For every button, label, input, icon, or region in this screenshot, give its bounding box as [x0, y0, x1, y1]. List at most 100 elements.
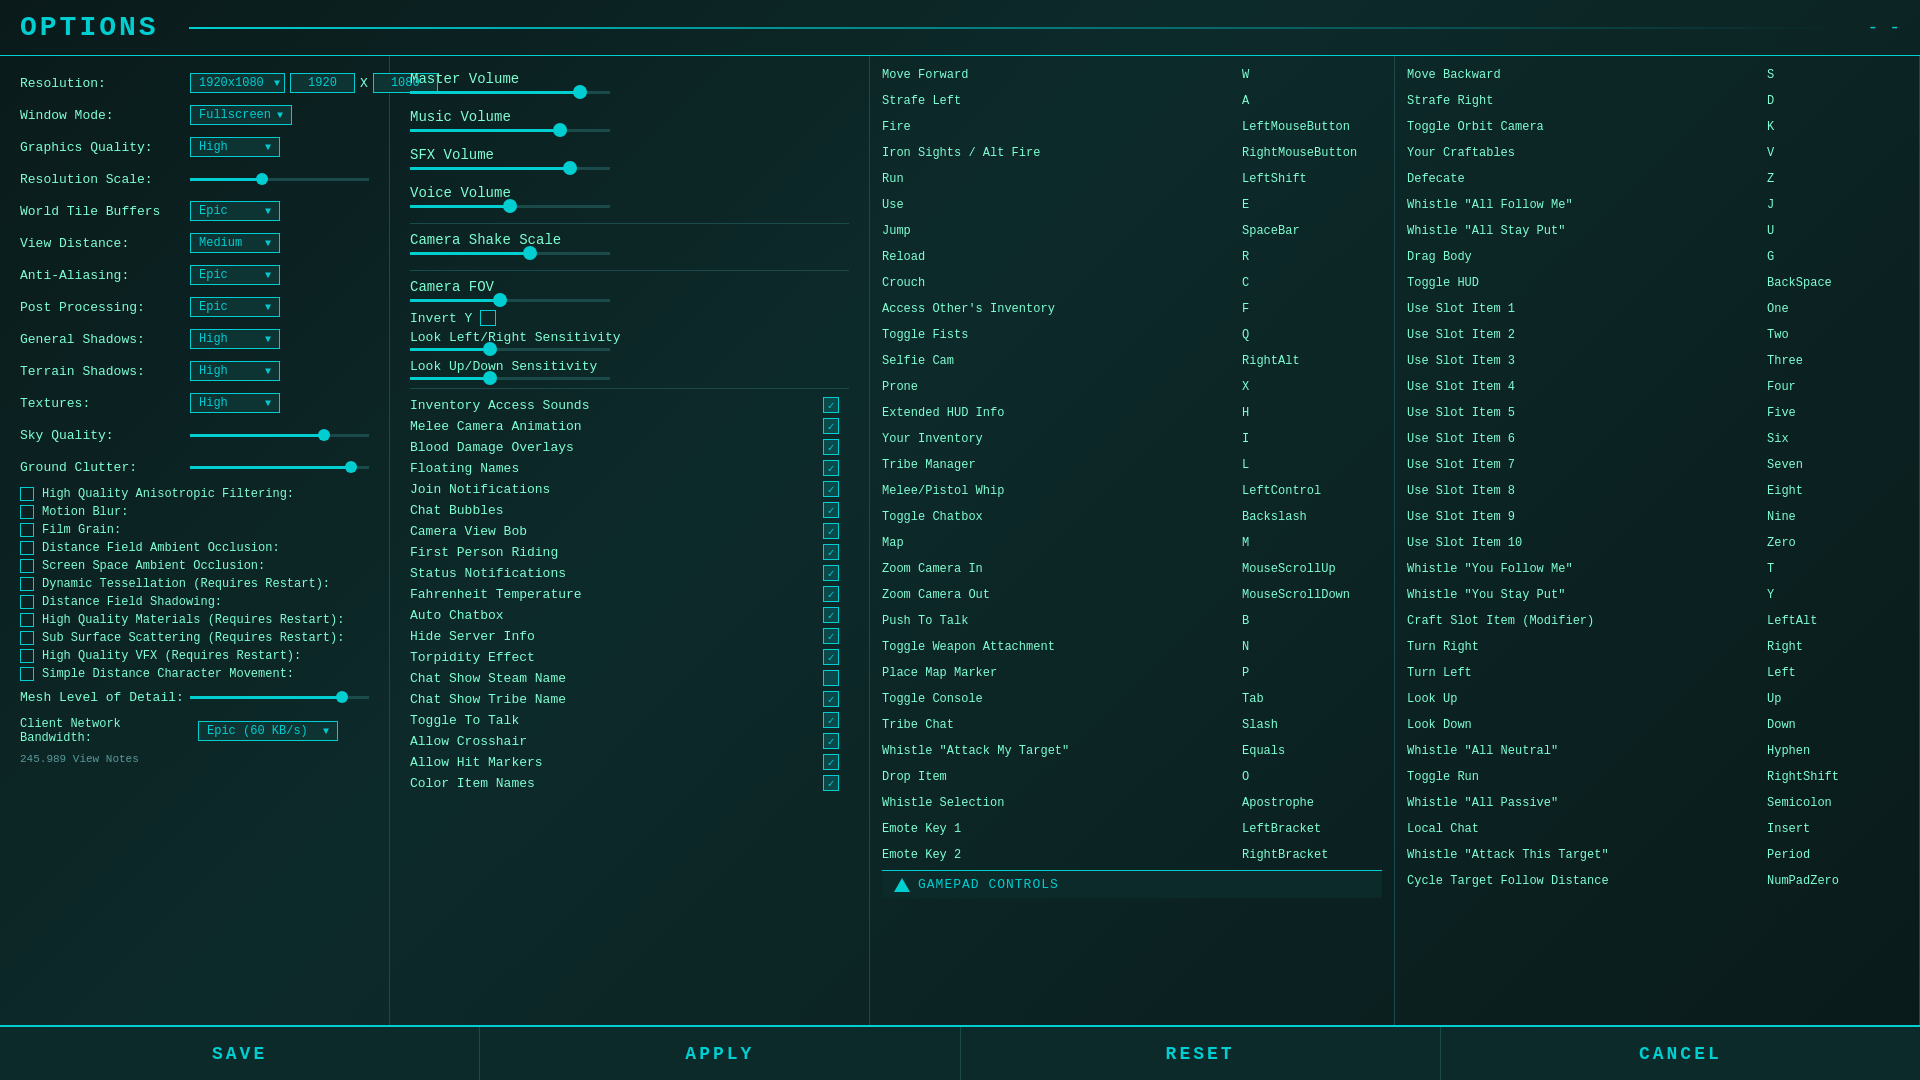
- kb-row-right-10[interactable]: Use Slot Item 2Two: [1407, 324, 1907, 346]
- save-button[interactable]: SAVE: [0, 1027, 480, 1080]
- sfx-volume-slider[interactable]: [410, 167, 849, 170]
- cancel-button[interactable]: CANCEL: [1441, 1027, 1920, 1080]
- kb-row-left-25[interactable]: Tribe ChatSlash: [882, 714, 1382, 736]
- kb-row-left-23[interactable]: Place Map MarkerP: [882, 662, 1382, 684]
- look-lr-slider[interactable]: [410, 348, 610, 351]
- gameplay-option-checkbox-1[interactable]: [823, 418, 839, 434]
- kb-row-left-11[interactable]: Selfie CamRightAlt: [882, 350, 1382, 372]
- kb-row-right-28[interactable]: Whistle "All Passive"Semicolon: [1407, 792, 1907, 814]
- gameplay-option-checkbox-5[interactable]: [823, 502, 839, 518]
- kb-row-right-7[interactable]: Drag BodyG: [1407, 246, 1907, 268]
- gameplay-option-checkbox-6[interactable]: [823, 523, 839, 539]
- kb-row-right-2[interactable]: Toggle Orbit CameraK: [1407, 116, 1907, 138]
- ground-clutter-thumb[interactable]: [345, 461, 357, 473]
- gameplay-option-checkbox-15[interactable]: [823, 712, 839, 728]
- checkbox-1[interactable]: [20, 505, 34, 519]
- voice-volume-slider[interactable]: [410, 205, 849, 208]
- gameplay-option-checkbox-17[interactable]: [823, 754, 839, 770]
- resolution-width[interactable]: 1920: [290, 73, 355, 93]
- kb-row-right-29[interactable]: Local ChatInsert: [1407, 818, 1907, 840]
- gameplay-option-checkbox-12[interactable]: [823, 649, 839, 665]
- kb-row-left-22[interactable]: Toggle Weapon AttachmentN: [882, 636, 1382, 658]
- kb-row-left-0[interactable]: Move ForwardW: [882, 64, 1382, 86]
- kb-row-left-5[interactable]: UseE: [882, 194, 1382, 216]
- mesh-lod-thumb[interactable]: [336, 691, 348, 703]
- gamepad-bar[interactable]: GAMEPAD CONTROLS: [882, 870, 1382, 898]
- kb-row-left-18[interactable]: MapM: [882, 532, 1382, 554]
- kb-row-left-13[interactable]: Extended HUD InfoH: [882, 402, 1382, 424]
- look-lr-thumb[interactable]: [483, 342, 497, 356]
- ground-clutter-slider[interactable]: [190, 466, 369, 469]
- kb-row-left-12[interactable]: ProneX: [882, 376, 1382, 398]
- apply-button[interactable]: APPLY: [480, 1027, 960, 1080]
- kb-row-right-16[interactable]: Use Slot Item 8Eight: [1407, 480, 1907, 502]
- kb-row-left-14[interactable]: Your InventoryI: [882, 428, 1382, 450]
- sfx-volume-thumb[interactable]: [563, 161, 577, 175]
- gameplay-option-checkbox-8[interactable]: [823, 565, 839, 581]
- gameplay-option-checkbox-9[interactable]: [823, 586, 839, 602]
- kb-row-left-10[interactable]: Toggle FistsQ: [882, 324, 1382, 346]
- kb-row-right-22[interactable]: Turn RightRight: [1407, 636, 1907, 658]
- resolution-dropdown[interactable]: 1920x1080: [190, 73, 285, 93]
- kb-row-left-26[interactable]: Whistle "Attack My Target"Equals: [882, 740, 1382, 762]
- kb-row-right-14[interactable]: Use Slot Item 6Six: [1407, 428, 1907, 450]
- checkbox-8[interactable]: [20, 631, 34, 645]
- terrain-shadows-dropdown[interactable]: High: [190, 361, 280, 381]
- mesh-lod-slider[interactable]: [190, 696, 369, 699]
- look-ud-slider[interactable]: [410, 377, 610, 380]
- kb-row-left-6[interactable]: JumpSpaceBar: [882, 220, 1382, 242]
- look-ud-thumb[interactable]: [483, 371, 497, 385]
- checkbox-6[interactable]: [20, 595, 34, 609]
- kb-row-left-24[interactable]: Toggle ConsoleTab: [882, 688, 1382, 710]
- textures-dropdown[interactable]: High: [190, 393, 280, 413]
- kb-row-right-25[interactable]: Look DownDown: [1407, 714, 1907, 736]
- gameplay-option-checkbox-11[interactable]: [823, 628, 839, 644]
- checkbox-3[interactable]: [20, 541, 34, 555]
- kb-row-right-17[interactable]: Use Slot Item 9Nine: [1407, 506, 1907, 528]
- kb-row-left-9[interactable]: Access Other's InventoryF: [882, 298, 1382, 320]
- gameplay-option-checkbox-16[interactable]: [823, 733, 839, 749]
- kb-row-right-31[interactable]: Cycle Target Follow DistanceNumPadZero: [1407, 870, 1907, 892]
- kb-row-left-27[interactable]: Drop ItemO: [882, 766, 1382, 788]
- kb-row-right-12[interactable]: Use Slot Item 4Four: [1407, 376, 1907, 398]
- camera-fov-thumb[interactable]: [493, 293, 507, 307]
- kb-row-right-6[interactable]: Whistle "All Stay Put"U: [1407, 220, 1907, 242]
- camera-shake-thumb[interactable]: [523, 246, 537, 260]
- kb-row-right-3[interactable]: Your CraftablesV: [1407, 142, 1907, 164]
- kb-row-left-20[interactable]: Zoom Camera OutMouseScrollDown: [882, 584, 1382, 606]
- gameplay-option-checkbox-2[interactable]: [823, 439, 839, 455]
- checkbox-0[interactable]: [20, 487, 34, 501]
- kb-row-right-15[interactable]: Use Slot Item 7Seven: [1407, 454, 1907, 476]
- kb-row-right-4[interactable]: DefecateZ: [1407, 168, 1907, 190]
- kb-row-left-7[interactable]: ReloadR: [882, 246, 1382, 268]
- kb-row-right-26[interactable]: Whistle "All Neutral"Hyphen: [1407, 740, 1907, 762]
- kb-row-right-18[interactable]: Use Slot Item 10Zero: [1407, 532, 1907, 554]
- gameplay-option-checkbox-3[interactable]: [823, 460, 839, 476]
- gameplay-option-checkbox-14[interactable]: [823, 691, 839, 707]
- checkbox-2[interactable]: [20, 523, 34, 537]
- gameplay-option-checkbox-18[interactable]: [823, 775, 839, 791]
- kb-row-left-2[interactable]: FireLeftMouseButton: [882, 116, 1382, 138]
- kb-row-left-29[interactable]: Emote Key 1LeftBracket: [882, 818, 1382, 840]
- kb-row-right-21[interactable]: Craft Slot Item (Modifier)LeftAlt: [1407, 610, 1907, 632]
- general-shadows-dropdown[interactable]: High: [190, 329, 280, 349]
- window-mode-dropdown[interactable]: Fullscreen: [190, 105, 292, 125]
- gameplay-option-checkbox-10[interactable]: [823, 607, 839, 623]
- kb-row-left-28[interactable]: Whistle SelectionApostrophe: [882, 792, 1382, 814]
- kb-row-left-15[interactable]: Tribe ManagerL: [882, 454, 1382, 476]
- kb-row-right-30[interactable]: Whistle "Attack This Target"Period: [1407, 844, 1907, 866]
- kb-row-left-4[interactable]: RunLeftShift: [882, 168, 1382, 190]
- kb-row-right-19[interactable]: Whistle "You Follow Me"T: [1407, 558, 1907, 580]
- kb-row-left-21[interactable]: Push To TalkB: [882, 610, 1382, 632]
- resolution-scale-thumb[interactable]: [256, 173, 268, 185]
- invert-y-checkbox[interactable]: [480, 310, 496, 326]
- kb-row-left-8[interactable]: CrouchC: [882, 272, 1382, 294]
- kb-row-left-17[interactable]: Toggle ChatboxBackslash: [882, 506, 1382, 528]
- kb-row-right-27[interactable]: Toggle RunRightShift: [1407, 766, 1907, 788]
- resolution-scale-slider[interactable]: [190, 178, 369, 181]
- checkbox-9[interactable]: [20, 649, 34, 663]
- checkbox-7[interactable]: [20, 613, 34, 627]
- sky-quality-slider[interactable]: [190, 434, 369, 437]
- gameplay-option-checkbox-4[interactable]: [823, 481, 839, 497]
- sky-quality-thumb[interactable]: [318, 429, 330, 441]
